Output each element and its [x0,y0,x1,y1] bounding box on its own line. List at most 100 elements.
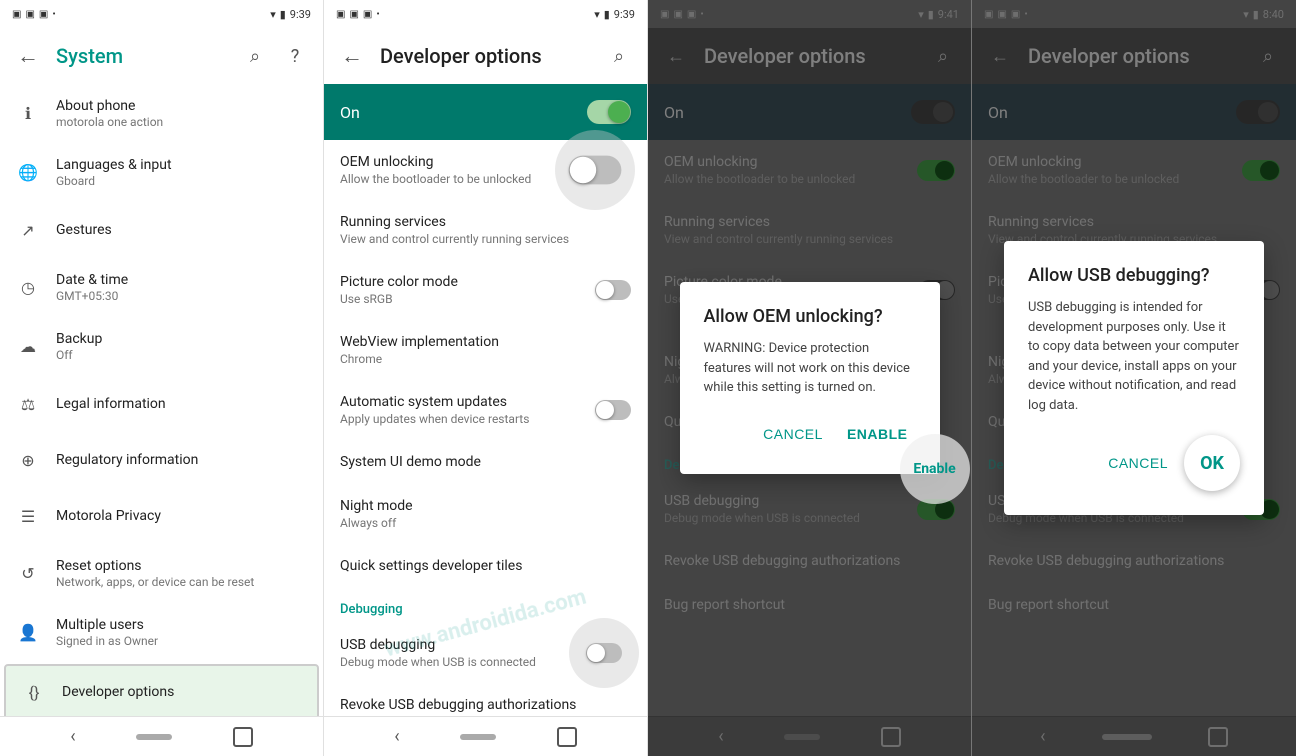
nav-legal[interactable]: ⚖ Legal information [0,376,323,432]
usb-toggle[interactable] [586,643,622,663]
regulatory-title: Regulatory information [56,452,198,468]
reset-icon: ↺ [16,562,40,586]
nav-developer[interactable]: {} Developer options [4,664,319,716]
search-button-1[interactable]: ⌕ [243,44,267,68]
nav-reset[interactable]: ↺ Reset options Network, apps, or device… [0,544,323,603]
nav-backup[interactable]: ☁ Backup Off [0,317,323,376]
picture-toggle[interactable] [595,280,631,300]
back-button-2[interactable]: ← [340,44,364,68]
time-2: 9:39 [614,8,635,21]
settings-webview[interactable]: WebView implementation Chrome [324,320,647,380]
developer-title: Developer options [62,684,174,700]
reset-title: Reset options [56,558,254,574]
running-sub: View and control currently running servi… [340,232,631,246]
bottom-nav-1: ‹ [0,716,323,756]
developer-panel: ▣▣▣• ▾ ▮ 9:39 ← Developer options ⌕ On O… [324,0,648,756]
bottom-nav-2: ‹ [324,716,647,756]
dot-icon: • [52,9,55,20]
dev-on-label: On [340,103,587,122]
system-ui-title: System UI demo mode [340,454,631,470]
picture-knob [596,281,614,299]
running-title: Running services [340,214,631,230]
wifi-icon-2: ▾ [594,8,600,21]
settings-revoke-usb[interactable]: Revoke USB debugging authorizations [324,683,647,716]
status-bar-1: ▣ ▣ ▣ • ▾ ▮ 9:39 [0,0,323,28]
users-icon: 👤 [16,621,40,645]
wifi-icon: ▾ [270,8,276,21]
auto-updates-knob [596,401,614,419]
help-button-1[interactable]: ? [283,44,307,68]
recent-nav-1[interactable] [233,727,253,747]
oem-toggle[interactable] [569,156,622,185]
nav-regulatory[interactable]: ⊕ Regulatory information [0,432,323,488]
developer-panel-oem-dialog: ▣▣▣• ▾ ▮ 9:41 ← Developer options ⌕ On O… [648,0,972,756]
toggle-knob-on [608,101,630,123]
back-nav-1[interactable]: ‹ [70,726,75,747]
regulatory-icon: ⊕ [16,448,40,472]
back-button-1[interactable]: ← [16,44,40,68]
status-icons-left-2: ▣▣▣• [336,9,380,20]
usb-sub: Debug mode when USB is connected [340,655,536,669]
oem-toggle-knob [570,157,596,183]
nav-gestures[interactable]: ↗ Gestures [0,202,323,258]
back-nav-2[interactable]: ‹ [394,726,399,747]
status-bar-2: ▣▣▣• ▾ ▮ 9:39 [324,0,647,28]
oem-cancel-btn[interactable]: Cancel [755,418,831,450]
usb-dialog-actions: Cancel OK [1028,435,1240,491]
nav-languages[interactable]: 🌐 Languages & input Gboard [0,143,323,202]
languages-sub: Gboard [56,174,172,188]
legal-icon: ⚖ [16,392,40,416]
battery-icon-2: ▮ [604,8,610,21]
settings-system-ui-demo[interactable]: System UI demo mode [324,440,647,484]
settings-quick-tiles[interactable]: Quick settings developer tiles [324,544,647,588]
users-title: Multiple users [56,617,158,633]
nav-motorola-privacy[interactable]: ☰ Motorola Privacy [0,488,323,544]
recent-nav-2[interactable] [557,727,577,747]
about-icon: ℹ [16,102,40,126]
settings-auto-updates[interactable]: Automatic system updates Apply updates w… [324,380,647,440]
languages-icon: 🌐 [16,161,40,185]
home-nav-1[interactable] [136,734,172,740]
system-title: System [56,44,227,68]
usb-ok-btn[interactable]: OK [1184,435,1240,491]
reset-sub: Network, apps, or device can be reset [56,575,254,589]
auto-updates-sub: Apply updates when device restarts [340,412,529,426]
developer-title-2: Developer options [380,44,591,68]
oem-dialog-body: WARNING: Device protection features will… [704,339,916,398]
usb-dialog-overlay: Allow USB debugging? USB debugging is in… [972,0,1296,756]
settings-night-mode[interactable]: Night mode Always off [324,484,647,544]
status-right-2: ▾ ▮ 9:39 [594,8,635,21]
status-right-1: ▾ ▮ 9:39 [270,8,311,21]
revoke-title: Revoke USB debugging authorizations [340,697,631,713]
top-bar-2: ← Developer options ⌕ [324,28,647,84]
dev-on-toggle[interactable] [587,100,631,124]
nav-users[interactable]: 👤 Multiple users Signed in as Owner [0,603,323,662]
sim-icon: ▣ [25,9,34,20]
home-nav-2[interactable] [460,734,496,740]
developer-panel-usb-dialog: ▣▣▣• ▾ ▮ 8:40 ← Developer options ⌕ On O… [972,0,1296,756]
search-button-2[interactable]: ⌕ [607,44,631,68]
settings-picture-color[interactable]: Picture color mode Use sRGB [324,260,647,320]
notification-icon: ▣ [12,9,21,20]
quick-tiles-title: Quick settings developer tiles [340,558,631,574]
privacy-icon: ☰ [16,504,40,528]
auto-updates-toggle[interactable] [595,400,631,420]
usb-dialog: Allow USB debugging? USB debugging is in… [1004,241,1264,515]
ok-label: OK [1200,453,1224,474]
cast-icon: ▣ [39,9,48,20]
usb-cancel-btn[interactable]: Cancel [1100,435,1176,491]
nav-datetime[interactable]: ◷ Date & time GMT+05:30 [0,258,323,317]
users-sub: Signed in as Owner [56,634,158,648]
backup-title: Backup [56,331,102,347]
enable-circle: Enable [900,434,970,504]
backup-sub: Off [56,348,102,362]
nav-list: ℹ About phone motorola one action 🌐 Lang… [0,84,323,716]
datetime-sub: GMT+05:30 [56,289,128,303]
oem-dialog-overlay: Allow OEM unlocking? WARNING: Device pro… [648,0,971,756]
oem-enable-btn[interactable]: Enable [839,418,916,450]
time-1: 9:39 [290,8,311,21]
usb-knob [587,644,605,662]
nav-about-phone[interactable]: ℹ About phone motorola one action [0,84,323,143]
datetime-title: Date & time [56,272,128,288]
webview-sub: Chrome [340,352,631,366]
